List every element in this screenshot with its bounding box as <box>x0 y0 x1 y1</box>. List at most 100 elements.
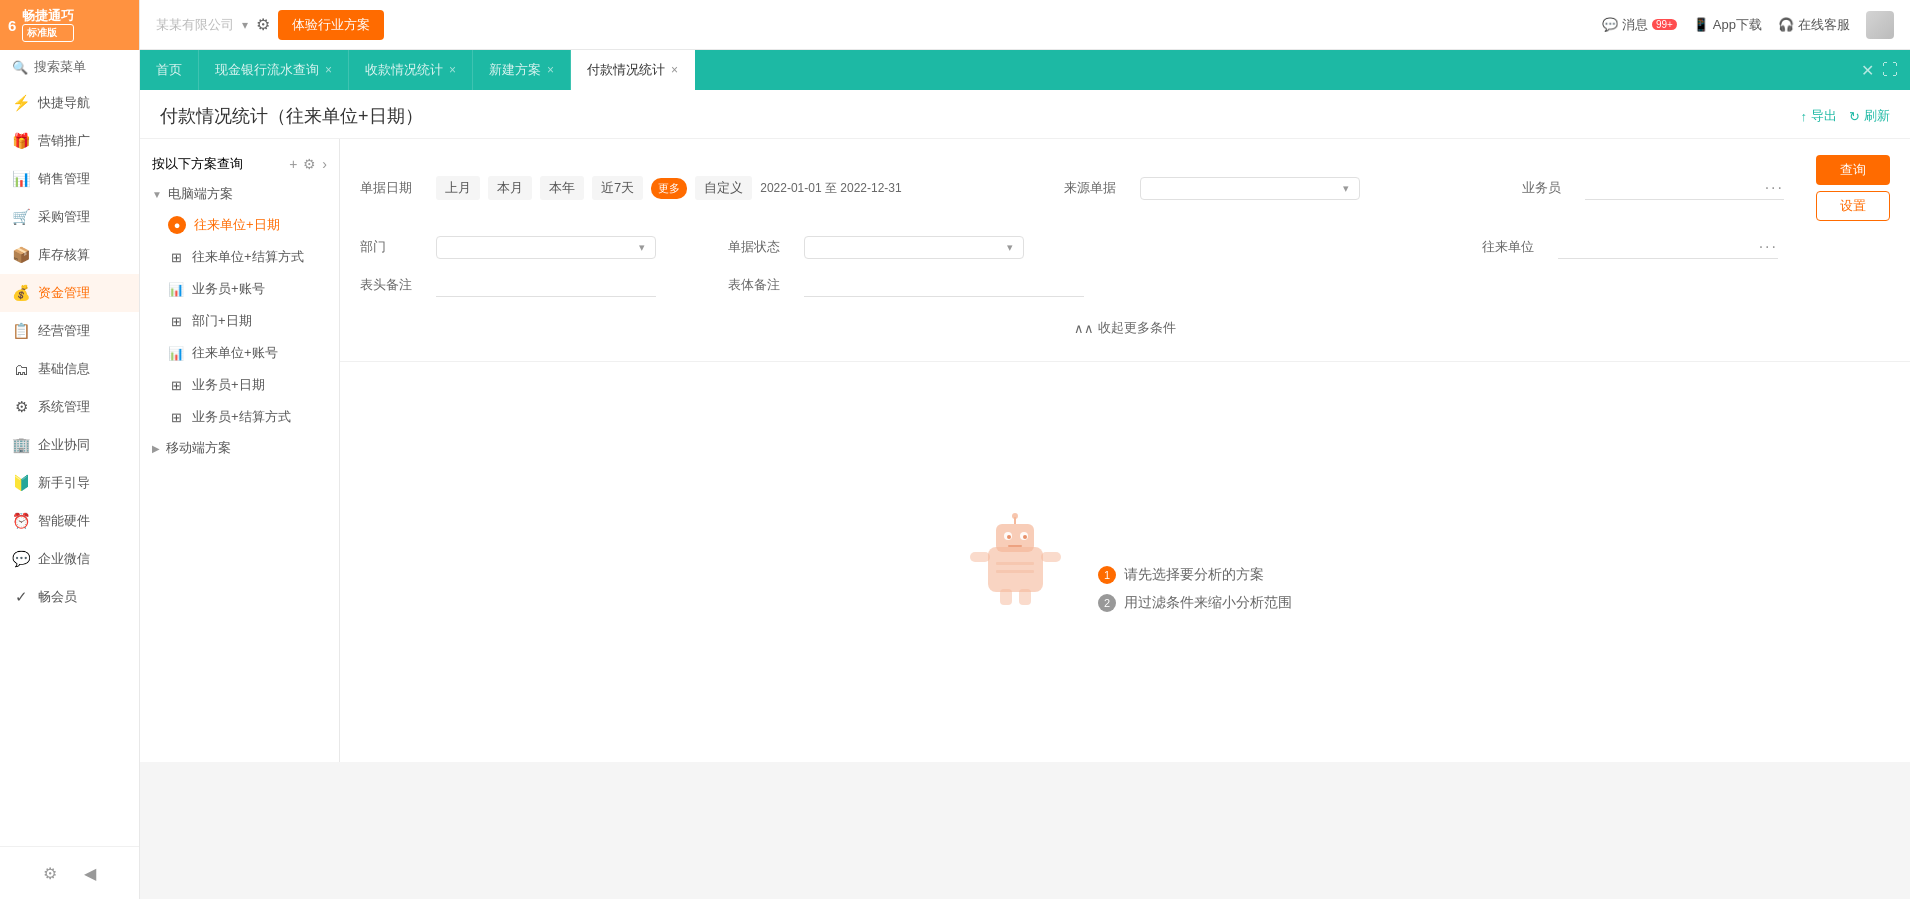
scheme-item-counterpart-settle[interactable]: ⊞ 往来单位+结算方式 <box>140 241 339 273</box>
salesman-more-icon[interactable]: ··· <box>1765 179 1784 197</box>
tab-bank-flow-close[interactable]: × <box>325 63 332 77</box>
sidebar-item-basic[interactable]: 🗂 基础信息 <box>0 350 139 388</box>
scheme-group-mobile-header[interactable]: ▶ 移动端方案 <box>140 433 339 463</box>
salesman-label: 业务员 <box>1522 179 1561 197</box>
filter-row-1: 单据日期 上月 本月 本年 近7天 更多 自定义 2022-01-01 至 20… <box>360 155 1890 221</box>
tab-payment-stats-close[interactable]: × <box>671 63 678 77</box>
tab-close-all-btn[interactable]: ✕ <box>1861 61 1874 80</box>
company-name: 某某有限公司 <box>156 16 234 34</box>
date-btn-more[interactable]: 更多 <box>651 178 687 199</box>
filter-row-3: 表头备注 表体备注 <box>360 273 1890 297</box>
sidebar-item-enterprise[interactable]: 🏢 企业协同 <box>0 426 139 464</box>
sidebar-logo: 6 畅捷通巧 标准版 <box>0 0 139 50</box>
tab-new-scheme[interactable]: 新建方案 × <box>473 50 571 90</box>
tab-fullscreen-btn[interactable]: ⛶ <box>1882 61 1898 79</box>
sidebar-item-system[interactable]: ⚙ 系统管理 <box>0 388 139 426</box>
empty-tips: 1 请先选择要分析的方案 2 用过滤条件来缩小分析范围 <box>1098 566 1292 612</box>
scheme-mobile-arrow-icon: ▶ <box>152 443 160 454</box>
collapse-sidebar-btn[interactable]: ◀ <box>74 857 106 889</box>
dept-select[interactable]: ▾ <box>436 236 656 259</box>
setting-btn[interactable]: 设置 <box>1816 191 1890 221</box>
header-left: 某某有限公司 ▾ ⚙ 体验行业方案 <box>156 10 1590 40</box>
date-range-display: 2022-01-01 至 2022-12-31 <box>760 180 901 197</box>
sidebar-label: 畅会员 <box>38 588 77 606</box>
scheme-group-pc-header[interactable]: ▼ 电脑端方案 <box>140 179 339 209</box>
scheme-item-salesman-date[interactable]: ⊞ 业务员+日期 <box>140 369 339 401</box>
scheme-item-label: 业务员+日期 <box>192 376 265 394</box>
header-gear-icon[interactable]: ⚙ <box>256 15 270 34</box>
scheme-item-salesman-settle[interactable]: ⊞ 业务员+结算方式 <box>140 401 339 433</box>
scheme-item-label: 部门+日期 <box>192 312 252 330</box>
user-avatar[interactable] <box>1866 11 1894 39</box>
service-label: 在线客服 <box>1798 16 1850 34</box>
search-menu-btn[interactable]: 🔍 搜索菜单 <box>0 50 139 84</box>
wechat-icon: 💬 <box>12 550 30 568</box>
scheme-item-counterpart-date[interactable]: ● 往来单位+日期 <box>140 209 339 241</box>
sidebar-label: 营销推广 <box>38 132 90 150</box>
tab-collection-stats-close[interactable]: × <box>449 63 456 77</box>
sidebar-item-quick-nav[interactable]: ⚡ 快捷导航 <box>0 84 139 122</box>
scheme-item-label: 往来单位+账号 <box>192 344 278 362</box>
scheme-item-counterpart-account[interactable]: 📊 往来单位+账号 <box>140 337 339 369</box>
operations-icon: 📋 <box>12 322 30 340</box>
sidebar-item-purchase[interactable]: 🛒 采购管理 <box>0 198 139 236</box>
tab-home[interactable]: 首页 <box>140 50 199 90</box>
trial-btn[interactable]: 体验行业方案 <box>278 10 384 40</box>
app-download-btn[interactable]: 📱 App下载 <box>1693 16 1762 34</box>
tab-collection-stats[interactable]: 收款情况统计 × <box>349 50 473 90</box>
tab-payment-stats[interactable]: 付款情况统计 × <box>571 50 695 90</box>
sidebar-item-hardware[interactable]: ⏰ 智能硬件 <box>0 502 139 540</box>
sidebar-item-vip[interactable]: ✓ 畅会员 <box>0 578 139 616</box>
refresh-btn[interactable]: ↻ 刷新 <box>1849 107 1890 125</box>
sidebar-item-marketing[interactable]: 🎁 营销推广 <box>0 122 139 160</box>
scheme-group-mobile-label: 移动端方案 <box>166 439 231 457</box>
online-service-btn[interactable]: 🎧 在线客服 <box>1778 16 1850 34</box>
sidebar-item-inventory[interactable]: 📦 库存核算 <box>0 236 139 274</box>
empty-illustration <box>958 512 1078 612</box>
sidebar-label: 库存核算 <box>38 246 90 264</box>
sidebar-label: 系统管理 <box>38 398 90 416</box>
scheme-add-icon[interactable]: + <box>289 156 297 172</box>
date-btn-this-year[interactable]: 本年 <box>540 176 584 200</box>
counterpart-input[interactable] <box>1558 235 1759 258</box>
scheme-collapse-icon[interactable]: › <box>322 156 327 172</box>
settings-bottom-btn[interactable]: ⚙ <box>34 857 66 889</box>
tip-num-2: 2 <box>1098 594 1116 612</box>
salesman-input[interactable] <box>1585 176 1765 199</box>
message-label: 消息 <box>1622 16 1648 34</box>
collapse-more-btn[interactable]: ∧∧ 收起更多条件 <box>1066 311 1184 345</box>
date-btn-last-month[interactable]: 上月 <box>436 176 480 200</box>
date-btn-custom[interactable]: 自定义 <box>695 176 752 200</box>
sidebar-item-operations[interactable]: 📋 经营管理 <box>0 312 139 350</box>
company-arrow-icon[interactable]: ▾ <box>242 18 248 32</box>
svg-rect-10 <box>1041 552 1061 562</box>
empty-tip-2: 2 用过滤条件来缩小分析范围 <box>1098 594 1292 612</box>
date-btn-this-month[interactable]: 本月 <box>488 176 532 200</box>
source-label: 来源单据 <box>1064 179 1116 197</box>
tab-new-scheme-close[interactable]: × <box>547 63 554 77</box>
scheme-item-salesman-account[interactable]: 📊 业务员+账号 <box>140 273 339 305</box>
sidebar-item-sales[interactable]: 📊 销售管理 <box>0 160 139 198</box>
sidebar-label: 企业协同 <box>38 436 90 454</box>
app-label: App下载 <box>1713 16 1762 34</box>
sidebar-item-funds[interactable]: 💰 资金管理 <box>0 274 139 312</box>
collapse-more-label: 收起更多条件 <box>1098 319 1176 337</box>
source-select[interactable]: ▾ <box>1140 177 1360 200</box>
sidebar-label: 资金管理 <box>38 284 90 302</box>
date-btn-7days[interactable]: 近7天 <box>592 176 643 200</box>
scheme-item-dept-date[interactable]: ⊞ 部门+日期 <box>140 305 339 337</box>
message-btn[interactable]: 💬 消息 99+ <box>1602 16 1677 34</box>
counterpart-more-icon[interactable]: ··· <box>1759 238 1778 256</box>
table-body-input[interactable] <box>804 273 1084 297</box>
export-btn[interactable]: ↑ 导出 <box>1801 107 1838 125</box>
table-header-input[interactable] <box>436 273 656 297</box>
sidebar-item-newbie[interactable]: 🔰 新手引导 <box>0 464 139 502</box>
logo-name: 畅捷通巧 <box>22 8 74 24</box>
tab-bank-flow[interactable]: 现金银行流水查询 × <box>199 50 349 90</box>
scheme-settings-icon[interactable]: ⚙ <box>303 156 316 172</box>
sidebar-item-wechat[interactable]: 💬 企业微信 <box>0 540 139 578</box>
query-btn[interactable]: 查询 <box>1816 155 1890 185</box>
tabs-bar: 首页 现金银行流水查询 × 收款情况统计 × 新建方案 × 付款情况统计 × ✕… <box>140 50 1910 90</box>
svg-rect-14 <box>996 570 1034 573</box>
status-select[interactable]: ▾ <box>804 236 1024 259</box>
